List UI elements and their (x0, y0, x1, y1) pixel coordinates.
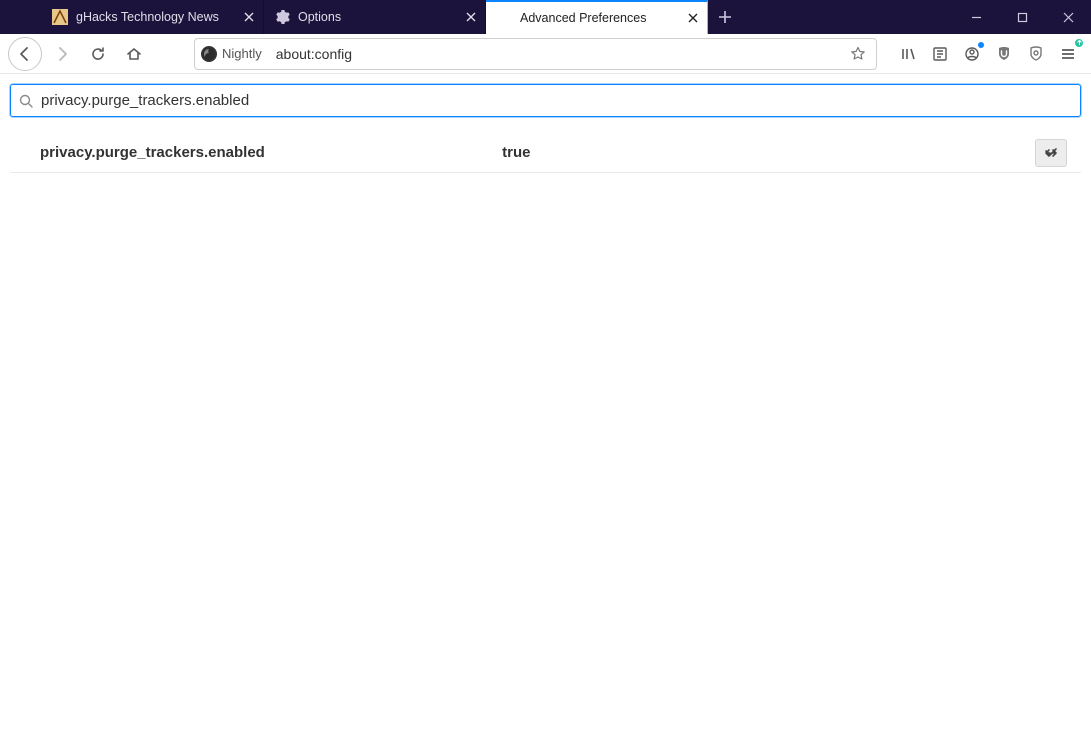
about-config-content: privacy.purge_trackers.enabled true (0, 74, 1091, 753)
new-tab-button[interactable] (708, 0, 742, 34)
identity-label: Nightly (222, 46, 262, 61)
library-button[interactable] (893, 39, 923, 69)
pref-row: privacy.purge_trackers.enabled true (10, 133, 1081, 173)
privacy-badger-button[interactable] (1021, 39, 1051, 69)
search-icon (19, 94, 33, 108)
back-button[interactable] (8, 37, 42, 71)
pref-search-row[interactable] (10, 84, 1081, 117)
window-controls (953, 0, 1091, 34)
pref-name[interactable]: privacy.purge_trackers.enabled (40, 144, 502, 161)
tab-close-button[interactable] (683, 8, 703, 28)
nav-toolbar: Nightly (0, 34, 1091, 74)
window-minimize-button[interactable] (953, 0, 999, 34)
blank-favicon-icon (496, 10, 512, 26)
tab-label: Options (298, 10, 457, 24)
forward-button[interactable] (46, 38, 78, 70)
pref-toggle-button[interactable] (1035, 139, 1067, 167)
window-close-button[interactable] (1045, 0, 1091, 34)
app-menu-button[interactable] (1053, 39, 1083, 69)
tab-label: gHacks Technology News (76, 10, 235, 24)
pref-value[interactable]: true (502, 144, 1035, 161)
pref-table: privacy.purge_trackers.enabled true (10, 133, 1081, 173)
window-maximize-button[interactable] (999, 0, 1045, 34)
tab-ghacks[interactable]: gHacks Technology News (42, 0, 264, 34)
url-bar[interactable]: Nightly (194, 38, 877, 70)
pref-search-input[interactable] (41, 92, 1072, 109)
gear-icon (274, 9, 290, 25)
update-badge-icon (1073, 37, 1085, 49)
ublock-button[interactable] (989, 39, 1019, 69)
tab-strip: gHacks Technology News Options Advanced … (0, 0, 1091, 34)
tab-options[interactable]: Options (264, 0, 486, 34)
reload-button[interactable] (82, 38, 114, 70)
tab-advanced-preferences[interactable]: Advanced Preferences (486, 0, 708, 34)
ghacks-favicon-icon (52, 9, 68, 25)
tab-label: Advanced Preferences (520, 11, 679, 25)
tab-close-button[interactable] (461, 7, 481, 27)
home-button[interactable] (118, 38, 150, 70)
tab-spacer (0, 0, 42, 34)
toolbar-icons (893, 39, 1083, 69)
identity-box[interactable]: Nightly (201, 46, 268, 62)
url-input[interactable] (268, 46, 846, 62)
tab-close-button[interactable] (239, 7, 259, 27)
firefox-logo-icon (201, 46, 217, 62)
account-button[interactable] (957, 39, 987, 69)
bookmark-star-button[interactable] (846, 42, 870, 66)
reader-view-button[interactable] (925, 39, 955, 69)
